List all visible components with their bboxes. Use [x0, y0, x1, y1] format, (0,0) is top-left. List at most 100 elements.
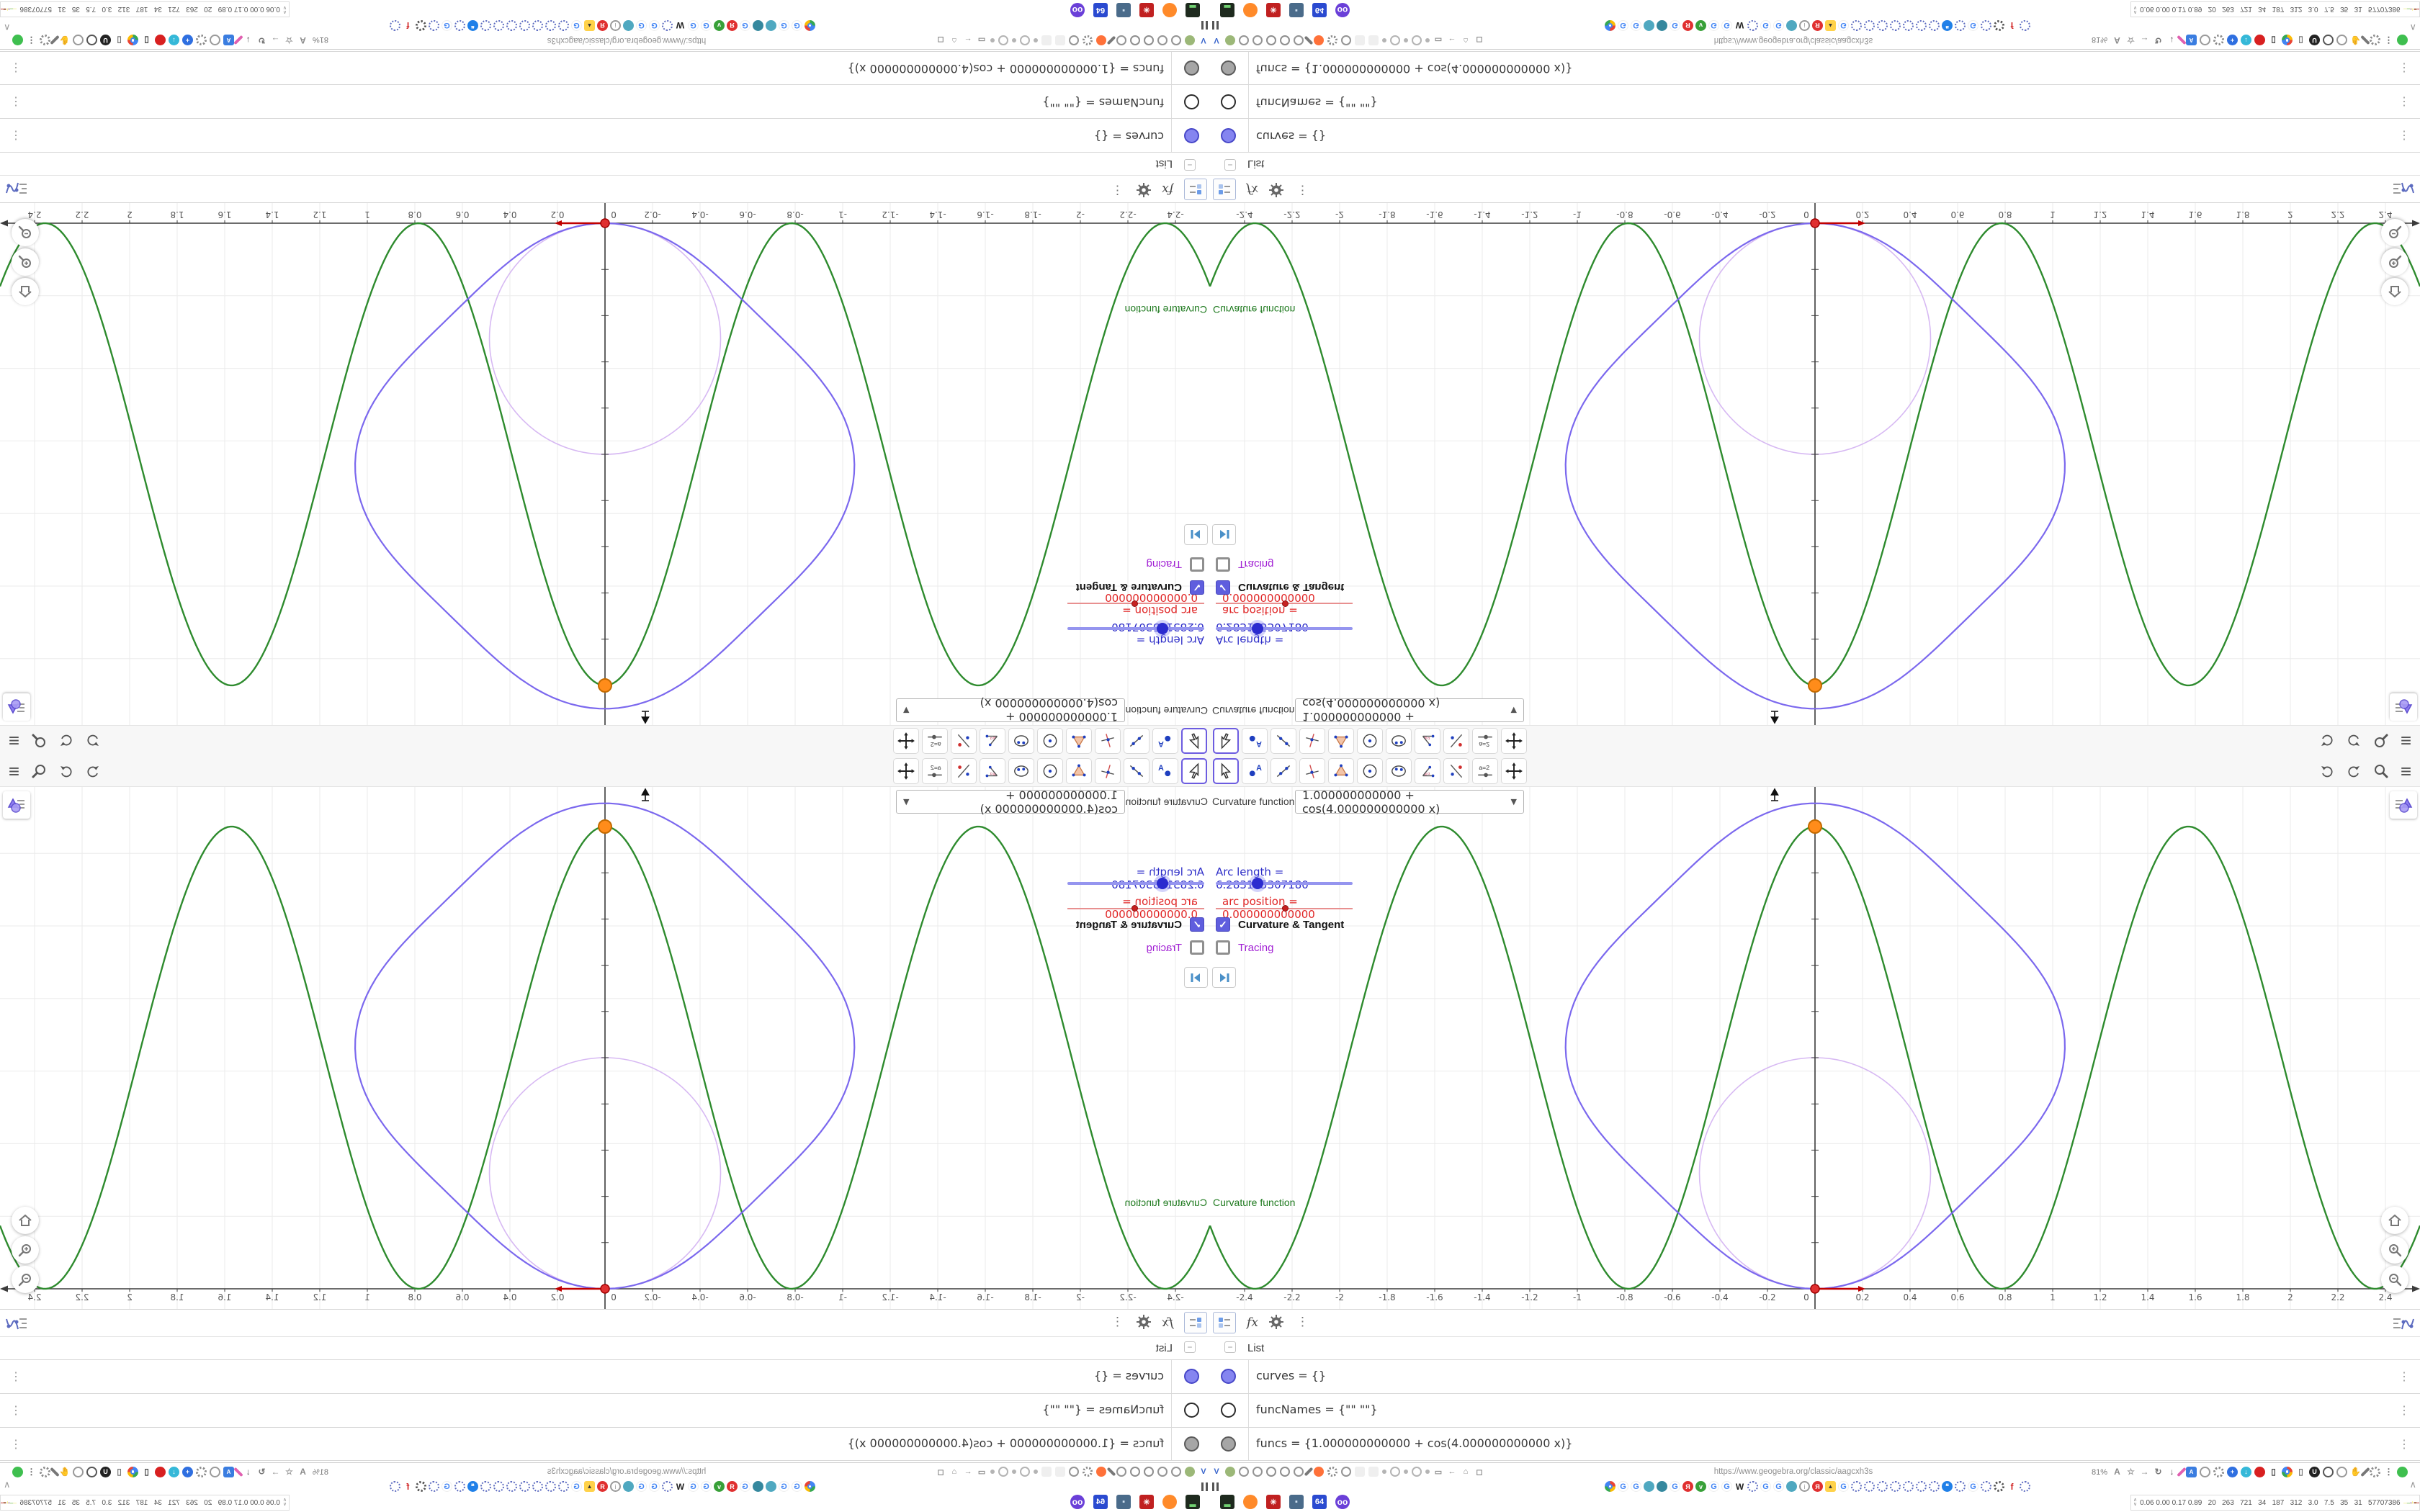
recorder-app-icon[interactable]: ▪ — [1116, 3, 1131, 17]
list-group-row[interactable]: − List — [1210, 153, 2420, 175]
overflow-icon[interactable]: ⋮ — [2383, 1467, 2394, 1477]
slider-thumb[interactable] — [1157, 623, 1168, 634]
sphere-favicon[interactable] — [753, 20, 763, 31]
geogebra-favicon[interactable] — [506, 20, 517, 31]
globe-ext-icon[interactable] — [1252, 1467, 1263, 1477]
collapse-icon[interactable]: − — [1224, 1341, 1236, 1353]
shield-icon[interactable]: ⌂ — [1461, 1467, 1471, 1477]
yandex-favicon[interactable]: Я — [1682, 20, 1693, 31]
slider-thumb[interactable] — [1252, 878, 1263, 889]
globe-ext-icon[interactable] — [2336, 1466, 2347, 1477]
translate-ext-icon[interactable]: A — [2112, 1467, 2123, 1477]
funcs-row[interactable]: funcs = {1.000000000000 + cos(4.00000000… — [0, 51, 1210, 85]
gear-favicon[interactable] — [1994, 20, 2004, 31]
stats-chevrons-icon[interactable]: ∧ ∨ — [2133, 5, 2137, 14]
row-menu-dots-icon[interactable]: ⋮ — [10, 1369, 22, 1384]
download-icon[interactable]: ↓ — [243, 1467, 254, 1477]
arc-length-slider[interactable] — [1216, 623, 1353, 634]
forward-arrow-icon[interactable]: → — [2139, 35, 2150, 46]
geogebra-favicon[interactable] — [1864, 1481, 1875, 1492]
gear-ext-icon[interactable] — [2213, 35, 2224, 46]
arc-position-slider[interactable] — [1216, 600, 1353, 607]
plus-ext-icon[interactable]: + — [182, 1466, 193, 1477]
trash-ext-icon[interactable]: ▯ — [141, 1467, 152, 1477]
wrench-ext-icon[interactable] — [1106, 35, 1116, 45]
lock-icon[interactable]: ◻ — [1474, 35, 1484, 45]
chat-favicon[interactable]: ❝ — [467, 20, 478, 31]
zoom-home-button[interactable] — [12, 278, 39, 305]
overflow-icon[interactable]: ⋮ — [26, 1467, 37, 1477]
ring-ext-icon[interactable] — [1020, 35, 1030, 45]
save64-app-icon[interactable]: 64 — [1093, 1495, 1108, 1509]
trash-ext-icon[interactable]: ▯ — [2268, 1467, 2279, 1477]
zoom-home-button[interactable] — [2381, 278, 2408, 305]
hand-ext-icon[interactable]: ✋ — [2350, 35, 2361, 46]
row-menu-dots-icon[interactable]: ⋮ — [10, 128, 22, 143]
algebra-tree-button[interactable] — [1213, 179, 1236, 200]
recorder-app-icon[interactable]: ▪ — [1289, 1495, 1304, 1509]
gear-ext-icon[interactable] — [2213, 1466, 2224, 1477]
shield-icon[interactable]: ⌂ — [949, 35, 959, 45]
graphics-stylebar-button[interactable] — [2390, 791, 2417, 819]
yandex-favicon[interactable]: Я — [1682, 1481, 1693, 1492]
geogebra-favicon[interactable] — [480, 20, 491, 31]
gauge-ext-icon[interactable] — [1144, 35, 1154, 45]
yandex-favicon[interactable]: Я — [597, 1481, 608, 1492]
record-ext-icon[interactable] — [2254, 35, 2265, 46]
sphere-favicon[interactable] — [623, 20, 634, 31]
globe-ext-icon[interactable] — [1294, 1467, 1304, 1477]
zoom-in-button[interactable] — [12, 1236, 39, 1264]
chrome-favicon[interactable] — [805, 20, 815, 31]
google-favicon[interactable]: G — [1708, 1481, 1719, 1492]
google-favicon[interactable]: G — [1760, 20, 1771, 31]
recorder-app-icon[interactable]: ▪ — [1116, 1495, 1131, 1509]
translate-ext-icon[interactable]: A — [2112, 35, 2123, 46]
info-favicon[interactable]: i — [610, 20, 621, 31]
image-favicon[interactable]: ▲ — [1825, 1481, 1836, 1492]
wrench-ext-icon[interactable] — [2360, 35, 2370, 45]
geogebra-favicon[interactable] — [429, 20, 439, 31]
tracing-checkbox[interactable] — [1190, 940, 1204, 955]
globe-ext-icon[interactable] — [1239, 1467, 1249, 1477]
save64-app-icon[interactable]: 64 — [1312, 3, 1327, 17]
status-dot-icon[interactable] — [2397, 1466, 2408, 1477]
geogebra-favicon[interactable] — [1929, 1481, 1940, 1492]
gear-ext-icon[interactable] — [1327, 1467, 1337, 1477]
settings-gear-icon[interactable] — [1268, 178, 1285, 199]
google-favicon[interactable]: G — [1721, 1481, 1732, 1492]
wikipedia-favicon[interactable]: W — [675, 20, 686, 31]
ghost-ext-icon[interactable] — [1368, 35, 1379, 45]
marker-ext-icon[interactable] — [2177, 1467, 2187, 1477]
green-dot-ext-icon[interactable] — [1225, 1467, 1235, 1477]
globe-color-ext-icon[interactable] — [127, 1466, 138, 1477]
globe-ext-icon[interactable] — [1157, 1467, 1168, 1477]
collapse-chevron-icon[interactable]: ∧ — [4, 22, 11, 33]
dot-ext-icon[interactable] — [1034, 38, 1038, 42]
v-ext-icon[interactable]: V — [1211, 1467, 1222, 1477]
shield-icon[interactable]: ⌂ — [949, 1467, 959, 1477]
google-favicon[interactable]: G — [1838, 1481, 1849, 1492]
geogebra-favicon[interactable] — [1903, 20, 1914, 31]
geogebra-favicon[interactable] — [662, 1481, 673, 1492]
funcs-row[interactable]: funcs = {1.000000000000 + cos(4.00000000… — [0, 1427, 1210, 1461]
firefox-app-icon[interactable] — [1243, 1495, 1258, 1509]
algebra-tree-button[interactable] — [1184, 179, 1207, 200]
google-favicon[interactable]: G — [792, 1481, 802, 1492]
geogebra-favicon[interactable] — [493, 1481, 504, 1492]
slider-thumb[interactable] — [1131, 600, 1138, 607]
graphics-stylebar-button[interactable] — [2390, 693, 2417, 721]
wrench-ext-icon[interactable] — [2360, 1467, 2370, 1477]
globe-ext-icon[interactable] — [73, 35, 84, 46]
duck-favicon[interactable]: v — [714, 1481, 725, 1492]
dot-ext-icon[interactable] — [1012, 38, 1016, 42]
collapse-chevron-icon[interactable]: ∧ — [2409, 22, 2416, 33]
geogebra-favicon[interactable] — [1864, 20, 1875, 31]
translate-blue-ext-icon[interactable]: A — [223, 35, 234, 46]
bin-ext-icon[interactable]: ▯ — [2295, 1467, 2306, 1477]
terminal-app-icon[interactable]: ▂ — [1186, 3, 1200, 17]
google-favicon[interactable]: G — [1631, 1481, 1641, 1492]
funcnames-row[interactable]: funcNames = {"" ""} ⋮ — [0, 1393, 1210, 1427]
gear-ext-icon[interactable] — [40, 1466, 50, 1477]
geogebra-favicon[interactable] — [2020, 20, 2030, 31]
tracing-checkbox[interactable] — [1216, 940, 1230, 955]
